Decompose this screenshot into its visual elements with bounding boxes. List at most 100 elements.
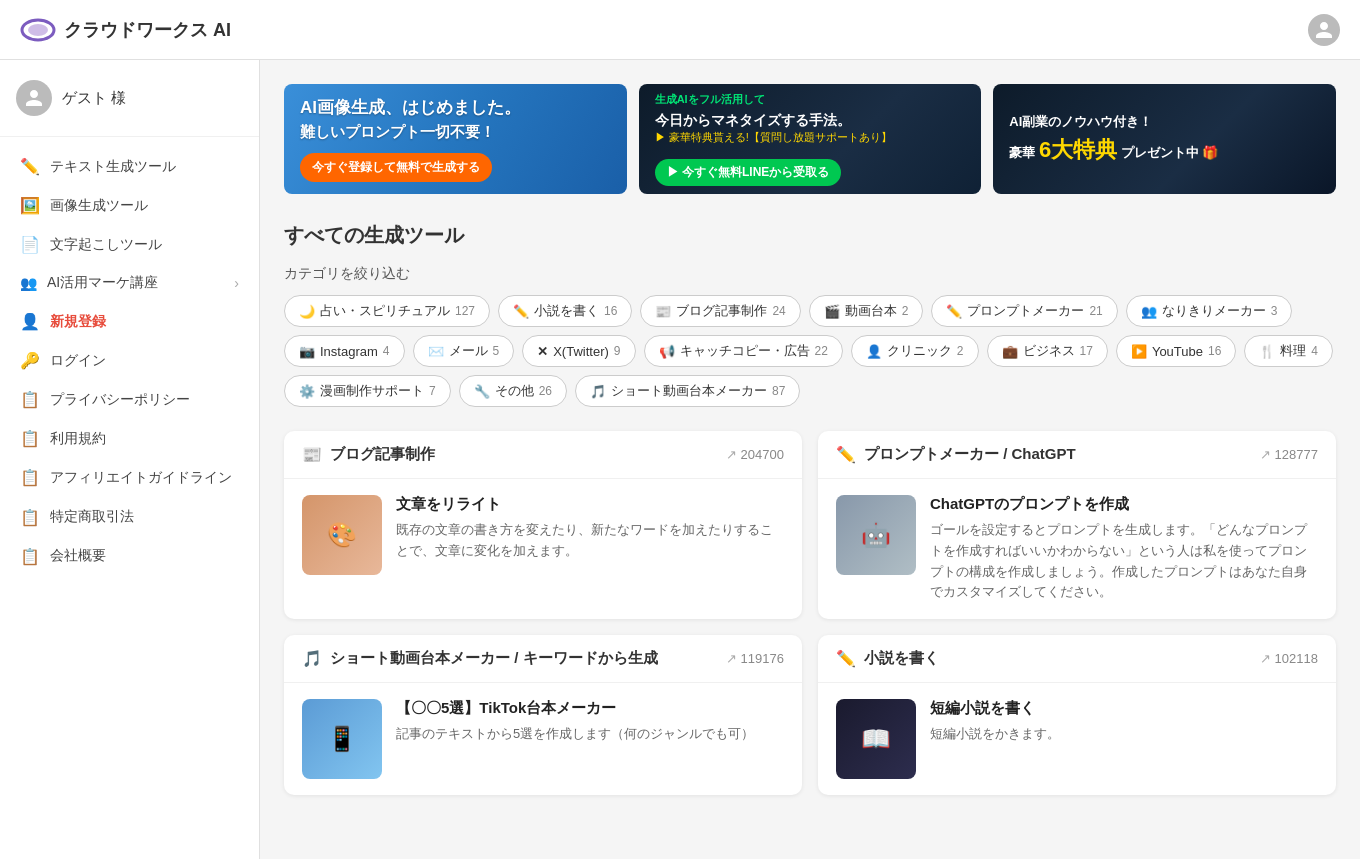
- sidebar-item-affiliate-label: アフィリエイトガイドライン: [50, 468, 232, 488]
- logo[interactable]: クラウドワークス AI: [20, 16, 231, 44]
- sidebar-nav: ✏️ テキスト生成ツール 🖼️ 画像生成ツール 📄 文字起こしツール 👥 AI活…: [0, 137, 259, 576]
- tool-section-short-video: 🎵 ショート動画台本メーカー / キーワードから生成 ↗ 119176 📱 【〇…: [284, 635, 802, 795]
- chatgpt-name: ChatGPTのプロンプトを作成: [930, 495, 1318, 514]
- cat-script[interactable]: 🎬 動画台本 2: [809, 295, 924, 327]
- cat-fortune[interactable]: 🌙 占い・スピリチュアル 127: [284, 295, 490, 327]
- cat-instagram-label: Instagram: [320, 344, 378, 359]
- transcribe-icon: 📄: [20, 235, 40, 254]
- sidebar-item-tokusho[interactable]: 📋 特定商取引法: [0, 498, 259, 537]
- cat-fortune-count: 127: [455, 304, 475, 318]
- banner-2-button[interactable]: ▶ 今すぐ無料LINEから受取る: [655, 159, 842, 186]
- cat-short-video-count: 87: [772, 384, 785, 398]
- cat-short-video[interactable]: 🎵 ショート動画台本メーカー 87: [575, 375, 800, 407]
- sidebar-user: ゲスト 様: [0, 80, 259, 137]
- cat-youtube[interactable]: ▶️ YouTube 16: [1116, 335, 1236, 367]
- twitter-icon: ✕: [537, 344, 548, 359]
- script-icon: 🎬: [824, 304, 840, 319]
- sidebar-item-login[interactable]: 🔑 ログイン: [0, 341, 259, 380]
- cat-novel[interactable]: ✏️ 小説を書く 16: [498, 295, 632, 327]
- cat-catchcopy-label: キャッチコピー・広告: [680, 342, 810, 360]
- logo-icon: [20, 16, 56, 44]
- short-novel-thumbnail: 📖: [836, 699, 916, 779]
- cooking-icon: 🍴: [1259, 344, 1275, 359]
- header-user-icon[interactable]: [1308, 14, 1340, 46]
- sidebar-item-transcribe[interactable]: 📄 文字起こしツール: [0, 225, 259, 264]
- tool-item-tiktok[interactable]: 📱 【〇〇5選】TikTok台本メーカー 記事のテキストから5選を作成します（何…: [284, 683, 802, 795]
- cat-cooking[interactable]: 🍴 料理 4: [1244, 335, 1333, 367]
- youtube-icon: ▶️: [1131, 344, 1147, 359]
- cat-clinic[interactable]: 👤 クリニック 2: [851, 335, 979, 367]
- sidebar-item-terms[interactable]: 📋 利用規約: [0, 419, 259, 458]
- sidebar-item-text-tool[interactable]: ✏️ テキスト生成ツール: [0, 147, 259, 186]
- company-icon: 📋: [20, 547, 40, 566]
- tools-grid: 📰 ブログ記事制作 ↗ 204700 🎨 文章をリライト 既存の文章の書き方を変…: [284, 431, 1336, 795]
- cat-catchcopy[interactable]: 📢 キャッチコピー・広告 22: [644, 335, 843, 367]
- blog-stat-icon: ↗: [726, 447, 737, 462]
- tiktok-thumbnail: 📱: [302, 699, 382, 779]
- sidebar-item-privacy[interactable]: 📋 プライバシーポリシー: [0, 380, 259, 419]
- banner-3-subtitle: 豪華 6大特典 プレゼント中 🎁: [1009, 135, 1218, 165]
- sidebar-item-company[interactable]: 📋 会社概要: [0, 537, 259, 576]
- banner-6benefits[interactable]: AI副業のノウハウ付き！ 豪華 6大特典 プレゼント中 🎁: [993, 84, 1336, 194]
- cat-twitter[interactable]: ✕ X(Twitter) 9: [522, 335, 635, 367]
- cat-business-count: 17: [1080, 344, 1093, 358]
- tool-section-short-video-header: 🎵 ショート動画台本メーカー / キーワードから生成 ↗ 119176: [284, 635, 802, 683]
- tokusho-icon: 📋: [20, 508, 40, 527]
- cat-mail-count: 5: [493, 344, 500, 358]
- tiktok-name: 【〇〇5選】TikTok台本メーカー: [396, 699, 784, 718]
- cat-novel-count: 16: [604, 304, 617, 318]
- cat-roleplay-count: 3: [1271, 304, 1278, 318]
- cat-fortune-label: 占い・スピリチュアル: [320, 302, 450, 320]
- cat-business-label: ビジネス: [1023, 342, 1075, 360]
- sidebar-item-login-label: ログイン: [50, 352, 106, 370]
- novel-stat-value: 102118: [1275, 651, 1318, 666]
- privacy-icon: 📋: [20, 390, 40, 409]
- cat-prompt-label: プロンプトメーカー: [967, 302, 1084, 320]
- sidebar: ゲスト 様 ✏️ テキスト生成ツール 🖼️ 画像生成ツール 📄 文字起こしツール…: [0, 60, 260, 859]
- instagram-icon: 📷: [299, 344, 315, 359]
- text-tool-icon: ✏️: [20, 157, 40, 176]
- svg-point-1: [28, 24, 48, 36]
- cat-other-label: その他: [495, 382, 534, 400]
- prompt-stat-icon: ↗: [1260, 447, 1271, 462]
- cat-other[interactable]: 🔧 その他 26: [459, 375, 567, 407]
- tool-item-short-novel[interactable]: 📖 短編小説を書く 短編小説をかきます。: [818, 683, 1336, 795]
- sidebar-item-text-tool-label: テキスト生成ツール: [50, 158, 176, 176]
- rewrite-name: 文章をリライト: [396, 495, 784, 514]
- banner-ai-image[interactable]: AI画像生成、はじめました。難しいプロンプト一切不要！ 今すぐ登録して無料で生成…: [284, 84, 627, 194]
- cat-blog-label: ブログ記事制作: [676, 302, 767, 320]
- tool-section-novel-header: ✏️ 小説を書く ↗ 102118: [818, 635, 1336, 683]
- rewrite-desc: 既存の文章の書き方を変えたり、新たなワードを加えたりすることで、文章に変化を加え…: [396, 520, 784, 562]
- tool-item-rewrite[interactable]: 🎨 文章をリライト 既存の文章の書き方を変えたり、新たなワードを加えたりすること…: [284, 479, 802, 591]
- blog-stat-value: 204700: [741, 447, 784, 462]
- short-video-stat-value: 119176: [741, 651, 784, 666]
- cat-manga-label: 漫画制作サポート: [320, 382, 424, 400]
- cat-script-label: 動画台本: [845, 302, 897, 320]
- cat-business[interactable]: 💼 ビジネス 17: [987, 335, 1108, 367]
- sidebar-item-affiliate[interactable]: 📋 アフィリエイトガイドライン: [0, 458, 259, 498]
- sidebar-item-company-label: 会社概要: [50, 547, 106, 565]
- tool-item-chatgpt[interactable]: 🤖 ChatGPTのプロンプトを作成 ゴールを設定するとプロンプトを生成します。…: [818, 479, 1336, 619]
- novel-section-title: 小説を書く: [864, 649, 939, 668]
- banner-monetize[interactable]: 生成AIをフル活用して 今日からマネタイズする手法。 ▶ 豪華特典貰える!【質問…: [639, 84, 982, 194]
- tool-section-prompt: ✏️ プロンプトメーカー / ChatGPT ↗ 128777 🤖 ChatGP…: [818, 431, 1336, 619]
- cat-blog-count: 24: [772, 304, 785, 318]
- sidebar-item-register[interactable]: 👤 新規登録: [0, 302, 259, 341]
- tool-section-novel: ✏️ 小説を書く ↗ 102118 📖 短編小説を書く 短編小説をかきます。: [818, 635, 1336, 795]
- cat-cooking-count: 4: [1311, 344, 1318, 358]
- cat-mail[interactable]: ✉️ メール 5: [413, 335, 515, 367]
- prompt-icon: ✏️: [946, 304, 962, 319]
- cat-instagram[interactable]: 📷 Instagram 4: [284, 335, 405, 367]
- short-novel-name: 短編小説を書く: [930, 699, 1318, 718]
- cat-blog[interactable]: 📰 ブログ記事制作 24: [640, 295, 800, 327]
- cat-instagram-count: 4: [383, 344, 390, 358]
- banner-1-button[interactable]: 今すぐ登録して無料で生成する: [300, 153, 492, 182]
- cat-prompt[interactable]: ✏️ プロンプトメーカー 21: [931, 295, 1117, 327]
- cat-roleplay[interactable]: 👥 なりきりメーカー 3: [1126, 295, 1293, 327]
- other-icon: 🔧: [474, 384, 490, 399]
- novel-icon: ✏️: [513, 304, 529, 319]
- sidebar-item-ai-marketing[interactable]: 👥 AI活用マーケ講座 ›: [0, 264, 259, 302]
- sidebar-item-image-tool[interactable]: 🖼️ 画像生成ツール: [0, 186, 259, 225]
- cat-manga[interactable]: ⚙️ 漫画制作サポート 7: [284, 375, 451, 407]
- short-video-section-title: ショート動画台本メーカー / キーワードから生成: [330, 649, 658, 668]
